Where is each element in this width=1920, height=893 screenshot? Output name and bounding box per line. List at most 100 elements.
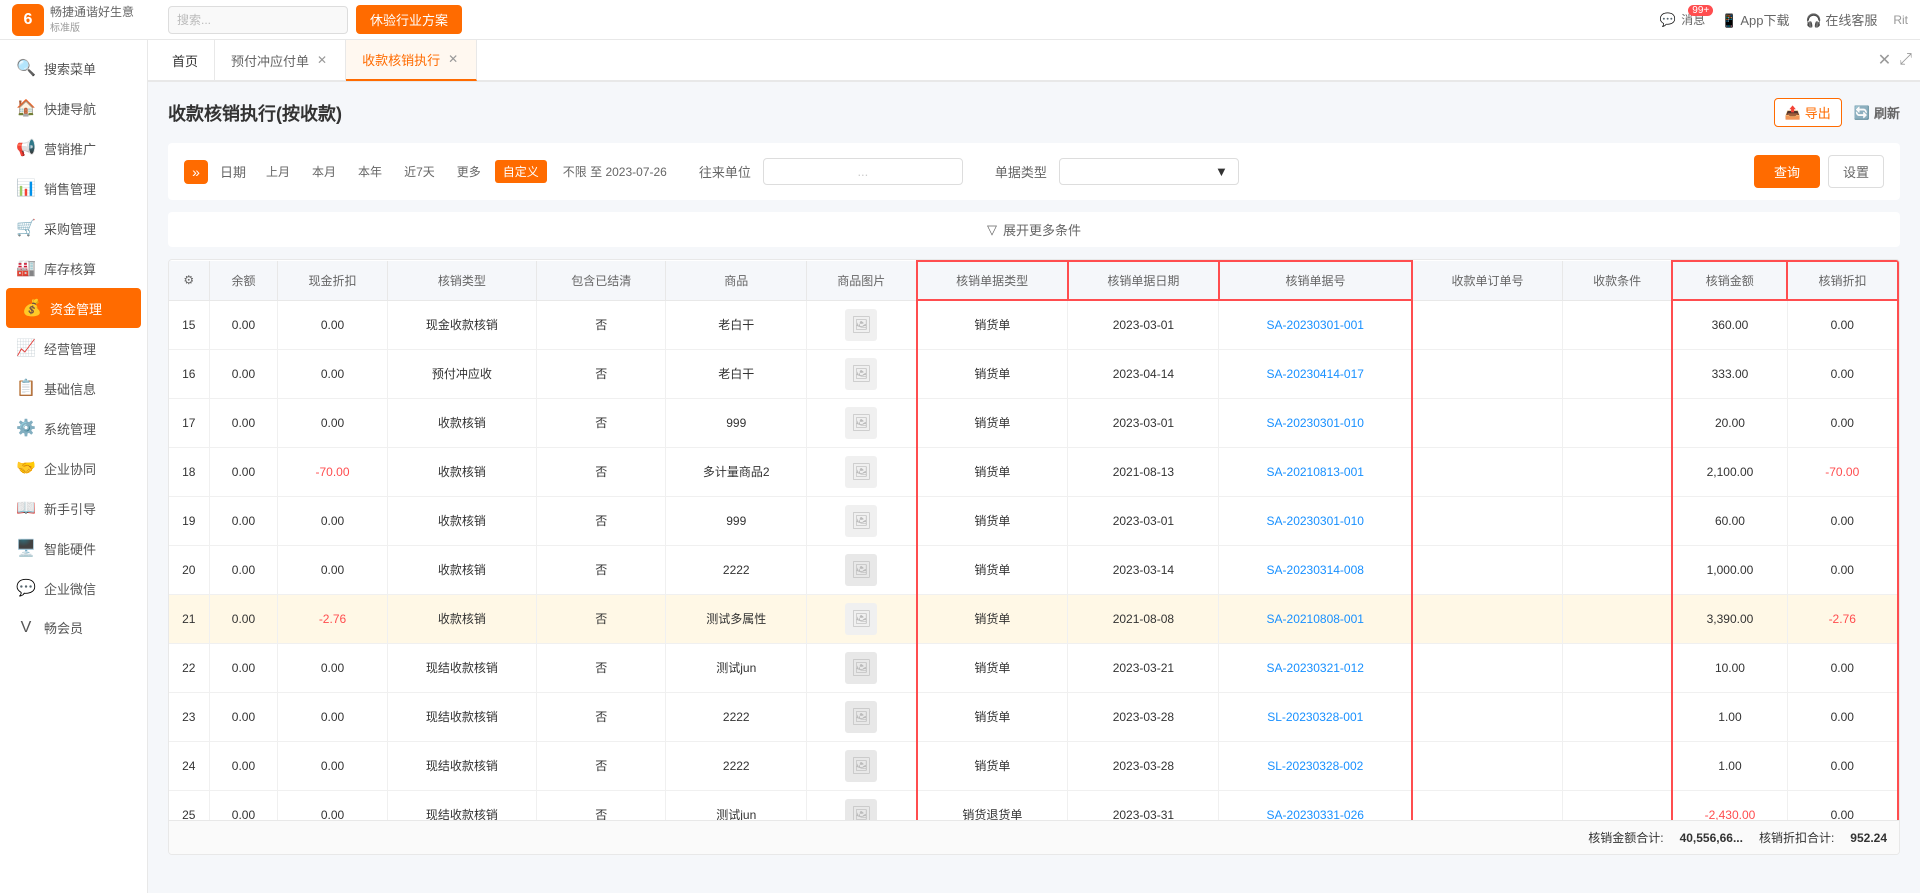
cell-balance: 0.00 — [209, 741, 278, 790]
cancel-doc-no-link[interactable]: SA-20230301-010 — [1267, 514, 1364, 528]
cell-row-num: 25 — [169, 790, 209, 820]
sidebar-item-4[interactable]: 🛒采购管理 — [0, 208, 147, 248]
cell-receipt-order-no — [1412, 643, 1562, 692]
cell-balance: 0.00 — [209, 643, 278, 692]
table-row: 15 0.00 0.00 现金收款核销 否 老白干 🖼 销货单 2023-03-… — [169, 300, 1898, 349]
cell-cancel-doc-date: 2023-03-28 — [1068, 741, 1219, 790]
cell-receipt-condition — [1562, 349, 1672, 398]
sidebar-item-11[interactable]: 📖新手引导 — [0, 488, 147, 528]
message-icon: 💬 — [1659, 12, 1675, 27]
order-type-label: 单据类型 — [995, 162, 1047, 181]
cell-cancel-amount: 1.00 — [1672, 692, 1787, 741]
logo-line1: 畅捷通谐好生意 — [50, 5, 134, 19]
sidebar-item-7[interactable]: 📈经营管理 — [0, 328, 147, 368]
product-image-placeholder: 🖼 — [845, 309, 877, 341]
cell-cancel-doc-date: 2023-04-14 — [1068, 349, 1219, 398]
cell-cancel-type: 收款核销 — [387, 447, 537, 496]
cell-product-img: 🖼 — [807, 545, 917, 594]
sidebar-item-6[interactable]: 💰资金管理 — [6, 288, 141, 328]
cancel-doc-no-link[interactable]: SL-20230328-002 — [1267, 759, 1363, 773]
cell-receipt-order-no — [1412, 545, 1562, 594]
sidebar-item-5[interactable]: 🏭库存核算 — [0, 248, 147, 288]
sidebar-item-9[interactable]: ⚙️系统管理 — [0, 408, 147, 448]
sidebar-item-1[interactable]: 🏠快捷导航 — [0, 88, 147, 128]
search-bar[interactable]: 搜索... — [168, 6, 348, 34]
date-btn-this-year[interactable]: 本年 — [350, 160, 390, 183]
cell-row-num: 20 — [169, 545, 209, 594]
date-range-display: 不限 至 2023-07-26 — [563, 163, 667, 180]
cancel-doc-no-link[interactable]: SA-20210808-001 — [1267, 612, 1364, 626]
refresh-button[interactable]: 🔄 刷新 — [1854, 98, 1900, 127]
receipt-tab-label: 收款核销执行 — [362, 50, 440, 69]
sidebar-item-10[interactable]: 🤝企业协同 — [0, 448, 147, 488]
table-footer: 核销金额合计: 40,556,66... 核销折扣合计: 952.24 — [169, 820, 1899, 854]
sidebar-item-12[interactable]: 🖥️智能硬件 — [0, 528, 147, 568]
sidebar-item-13[interactable]: 💬企业微信 — [0, 568, 147, 608]
cell-receipt-condition — [1562, 741, 1672, 790]
date-btn-7days[interactable]: 近7天 — [396, 160, 443, 183]
cell-row-num: 23 — [169, 692, 209, 741]
cell-row-num: 21 — [169, 594, 209, 643]
online-service-link[interactable]: 🎧 在线客服 — [1806, 10, 1878, 29]
th-cancel-discount: 核销折扣 — [1787, 261, 1898, 300]
prepay-tab-close[interactable]: ✕ — [315, 51, 329, 69]
sidebar-item-0[interactable]: 🔍搜索菜单 — [0, 48, 147, 88]
sidebar-label-11: 新手引导 — [44, 499, 96, 518]
sidebar-icon-7: 📈 — [16, 338, 36, 358]
sidebar-label-0: 搜索菜单 — [44, 59, 96, 78]
app-download-link[interactable]: 📱 App下载 — [1721, 10, 1789, 29]
cell-cash-discount: 0.00 — [278, 496, 387, 545]
cell-receipt-order-no — [1412, 496, 1562, 545]
product-image: 🖼 — [845, 554, 877, 586]
tab-receipt-cancel[interactable]: 收款核销执行 ✕ — [346, 40, 477, 81]
cell-cancel-doc-date: 2023-03-01 — [1068, 496, 1219, 545]
order-type-select[interactable]: ▼ — [1059, 158, 1239, 185]
cancel-doc-no-link[interactable]: SA-20210813-001 — [1267, 465, 1364, 479]
cell-cancel-type: 预付冲应收 — [387, 349, 537, 398]
table-wrapper[interactable]: ⚙ 余额 现金折扣 核销类型 包含已结清 商品 商品图片 核销单据类型 核销单据… — [169, 260, 1899, 820]
cancel-doc-no-link[interactable]: SA-20230331-026 — [1267, 808, 1364, 821]
cancel-doc-no-link[interactable]: SA-20230414-017 — [1267, 367, 1364, 381]
user-info[interactable]: Rit — [1893, 13, 1908, 27]
cancel-doc-no-link[interactable]: SA-20230301-010 — [1267, 416, 1364, 430]
cell-cancel-type: 收款核销 — [387, 398, 537, 447]
product-image-placeholder: 🖼 — [845, 505, 877, 537]
query-button[interactable]: 查询 — [1754, 155, 1820, 188]
cell-balance: 0.00 — [209, 447, 278, 496]
cell-balance: 0.00 — [209, 398, 278, 447]
online-service-label: 在线客服 — [1825, 13, 1877, 28]
sidebar-item-14[interactable]: V畅会员 — [0, 608, 147, 647]
receipt-tab-close[interactable]: ✕ — [446, 50, 460, 68]
cancel-doc-no-link[interactable]: SL-20230328-001 — [1267, 710, 1363, 724]
partner-input[interactable]: ... — [763, 158, 963, 185]
cancel-doc-no-link[interactable]: SA-20230321-012 — [1267, 661, 1364, 675]
sidebar-item-2[interactable]: 📢营销推广 — [0, 128, 147, 168]
filter-expand-button[interactable]: » — [184, 160, 208, 184]
cancel-doc-no-link[interactable]: SA-20230314-008 — [1267, 563, 1364, 577]
date-btn-this-month[interactable]: 本月 — [304, 160, 344, 183]
cell-include-settled: 否 — [537, 643, 666, 692]
industry-solution-button[interactable]: 休验行业方案 — [356, 5, 462, 34]
cell-cancel-doc-type: 销货单 — [917, 398, 1068, 447]
message-icon-btn[interactable]: 💬 99+ 消息 — [1659, 11, 1705, 28]
expand-more-bar[interactable]: ▽ 展开更多条件 — [168, 212, 1900, 247]
expand-tabs-icon[interactable]: ⤢ — [1899, 51, 1912, 69]
settings-button[interactable]: 设置 — [1828, 155, 1884, 188]
close-all-tabs-icon[interactable]: ✕ — [1878, 50, 1891, 70]
cell-receipt-condition — [1562, 545, 1672, 594]
cell-cancel-doc-date: 2023-03-31 — [1068, 790, 1219, 820]
tab-home[interactable]: 首页 — [156, 40, 215, 81]
cell-cancel-doc-date: 2023-03-01 — [1068, 300, 1219, 349]
date-btn-last-month[interactable]: 上月 — [258, 160, 298, 183]
date-btn-more[interactable]: 更多 — [449, 160, 489, 183]
sidebar-item-3[interactable]: 📊销售管理 — [0, 168, 147, 208]
th-receipt-condition: 收款条件 — [1562, 261, 1672, 300]
date-btn-custom[interactable]: 自定义 — [495, 160, 547, 183]
tab-prepay[interactable]: 预付冲应付单 ✕ — [215, 40, 346, 81]
cancel-doc-no-link[interactable]: SA-20230301-001 — [1267, 318, 1364, 332]
cell-cancel-doc-type: 销货单 — [917, 447, 1068, 496]
export-button[interactable]: 📤 导出 — [1774, 98, 1842, 127]
sidebar-item-8[interactable]: 📋基础信息 — [0, 368, 147, 408]
cell-cancel-doc-type: 销货退货单 — [917, 790, 1068, 820]
table-row: 16 0.00 0.00 预付冲应收 否 老白干 🖼 销货单 2023-04-1… — [169, 349, 1898, 398]
